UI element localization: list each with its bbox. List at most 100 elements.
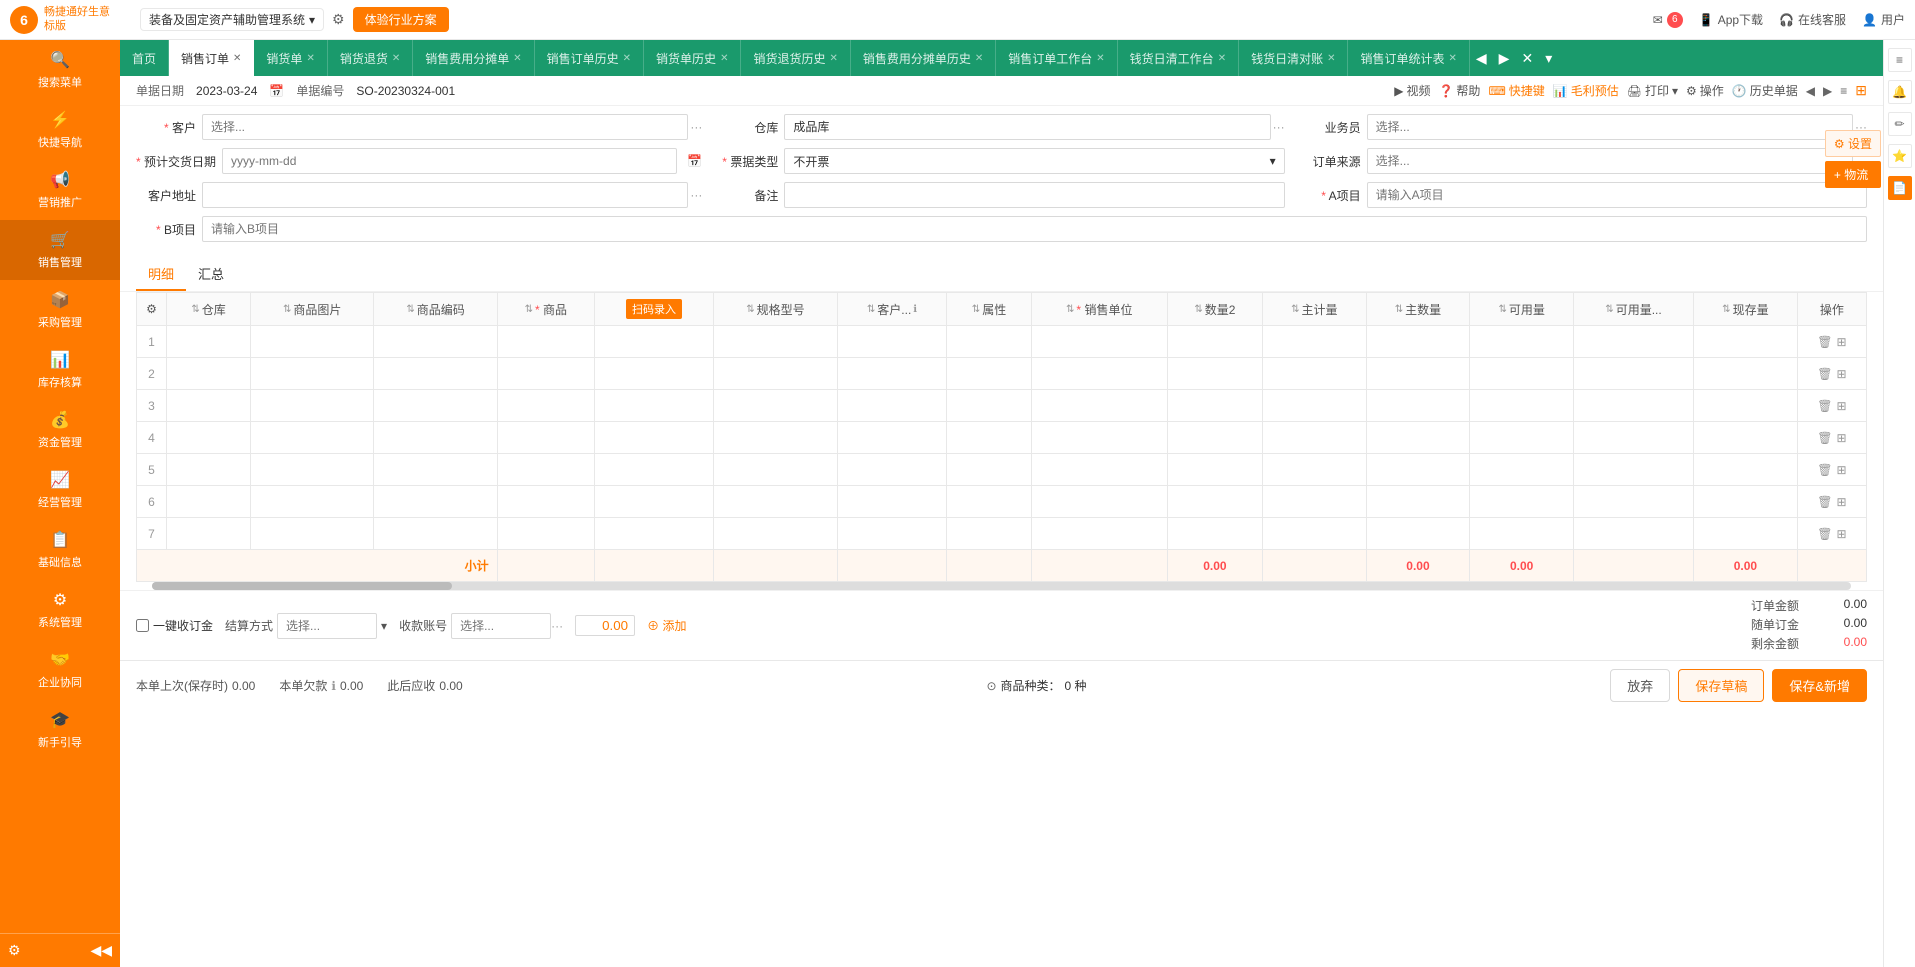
view-btn[interactable]: ▶ 视频	[1394, 82, 1430, 99]
one-click-checkbox[interactable]	[136, 619, 149, 632]
col-product[interactable]: ⇅ 商品	[497, 293, 594, 326]
row-1-copy-btn[interactable]: ⊞	[1836, 335, 1846, 349]
right-panel-btn-5[interactable]: 📄	[1888, 176, 1912, 200]
tab-close-btn[interactable]: ✕	[1515, 50, 1539, 67]
col-unit[interactable]: ⇅ 销售单位	[1031, 293, 1167, 326]
address-expand-icon[interactable]: ···	[690, 188, 702, 202]
col-customer-code[interactable]: ⇅ 客户... ℹ	[837, 293, 947, 326]
row-2-qty2[interactable]	[1167, 358, 1262, 390]
settings-float-btn[interactable]: ⚙ 设置	[1825, 130, 1881, 157]
row-2-available2[interactable]	[1573, 358, 1693, 390]
payment-amount-input[interactable]	[575, 615, 635, 636]
col-code[interactable]: ⇅ 商品编码	[374, 293, 497, 326]
shortcut-btn[interactable]: ⌨ 快捷键	[1488, 82, 1544, 99]
row-1-stock[interactable]	[1694, 326, 1798, 358]
calendar-icon[interactable]: 📅	[269, 84, 284, 98]
warehouse-value[interactable]: 成品库	[784, 114, 1270, 140]
row-1-customer-code[interactable]	[837, 326, 947, 358]
sidebar-item-finance[interactable]: 💰 资金管理	[0, 400, 120, 460]
row-5-copy-btn[interactable]: ⊞	[1836, 463, 1846, 477]
close-tab-icon[interactable]: ✕	[1218, 53, 1226, 64]
col-warehouse[interactable]: ⇅ 仓库	[167, 293, 251, 326]
row-3-copy-btn[interactable]: ⊞	[1836, 399, 1846, 413]
close-tab-icon[interactable]: ✕	[513, 53, 521, 64]
row-5-delete-btn[interactable]: 🗑	[1817, 463, 1832, 477]
row-1-main-unit[interactable]	[1262, 326, 1366, 358]
row-1-attr[interactable]	[947, 326, 1031, 358]
tab-summary[interactable]: 汇总	[186, 258, 236, 291]
tab-fee-history[interactable]: 销售费用分摊单历史 ✕	[851, 40, 996, 76]
row-1-delete-btn[interactable]: 🗑	[1817, 335, 1832, 349]
save-new-btn[interactable]: 保存&新增	[1772, 669, 1867, 702]
sidebar-item-inventory[interactable]: 📊 库存核算	[0, 340, 120, 400]
payment-method-dropdown-icon[interactable]: ▾	[381, 619, 387, 633]
row-1-barcode[interactable]	[594, 326, 713, 358]
row-1-qty2[interactable]	[1167, 326, 1262, 358]
col-available1[interactable]: ⇅ 可用量	[1470, 293, 1574, 326]
col-image[interactable]: ⇅ 商品图片	[251, 293, 374, 326]
row-1-warehouse[interactable]	[167, 326, 251, 358]
row-2-stock[interactable]	[1694, 358, 1798, 390]
right-panel-btn-1[interactable]: ≡	[1888, 48, 1912, 72]
close-tab-icon[interactable]: ✕	[392, 53, 400, 64]
col-stock[interactable]: ⇅ 现存量	[1694, 293, 1798, 326]
tab-daily-reconcile[interactable]: 钱货日清对账 ✕	[1239, 40, 1348, 76]
right-panel-btn-3[interactable]: ✏	[1888, 112, 1912, 136]
row-4-delete-btn[interactable]: 🗑	[1817, 431, 1832, 445]
add-payment-btn[interactable]: ⊕ 添加	[647, 617, 686, 634]
horizontal-scrollbar[interactable]	[152, 582, 1851, 590]
one-click-checkbox-label[interactable]: 一键收订金	[136, 617, 213, 634]
print-btn[interactable]: 🖨 打印 ▾	[1627, 82, 1678, 99]
row-7-copy-btn[interactable]: ⊞	[1836, 527, 1846, 541]
row-2-barcode[interactable]	[594, 358, 713, 390]
sidebar-item-system[interactable]: ⚙ 系统管理	[0, 580, 120, 640]
row-2-delete-btn[interactable]: 🗑	[1817, 367, 1832, 381]
row-1-product[interactable]	[497, 326, 594, 358]
solution-button[interactable]: 体验行业方案	[353, 7, 449, 32]
col-barcode[interactable]: 扫码录入	[594, 293, 713, 326]
b-project-input[interactable]	[202, 216, 1867, 242]
close-tab-icon[interactable]: ✕	[720, 53, 728, 64]
row-7-delete-btn[interactable]: 🗑	[1817, 527, 1832, 541]
close-tab-icon[interactable]: ✕	[1096, 53, 1104, 64]
user-area[interactable]: 👤 用户	[1862, 11, 1905, 28]
sidebar-collapse-btn[interactable]: ◀◀	[90, 942, 112, 959]
row-1-available2[interactable]	[1573, 326, 1693, 358]
save-draft-btn[interactable]: 保存草稿	[1678, 669, 1764, 702]
row-1-main-qty[interactable]	[1366, 326, 1470, 358]
sidebar-item-search[interactable]: 🔍 搜索菜单	[0, 40, 120, 100]
row-2-available1[interactable]	[1470, 358, 1574, 390]
view-mode-list-icon[interactable]: ≡	[1840, 84, 1847, 98]
tab-order-stats[interactable]: 销售订单统计表 ✕	[1348, 40, 1469, 76]
payment-method-input[interactable]	[277, 613, 377, 639]
tab-prev-btn[interactable]: ◀	[1470, 50, 1493, 67]
discard-btn[interactable]: 放弃	[1610, 669, 1670, 702]
tab-return-history[interactable]: 销货退货历史 ✕	[741, 40, 850, 76]
tab-menu-btn[interactable]: ▾	[1539, 50, 1558, 67]
account-expand-icon[interactable]: ···	[551, 619, 563, 633]
tab-goods-history[interactable]: 销货单历史 ✕	[644, 40, 741, 76]
delivery-input[interactable]	[222, 148, 677, 174]
print-dropdown-icon[interactable]: ▾	[1672, 84, 1678, 98]
sidebar-item-newbie[interactable]: 🎓 新手引导	[0, 700, 120, 760]
notification-area[interactable]: ✉ 6	[1653, 12, 1683, 28]
col-qty2[interactable]: ⇅ 数量2	[1167, 293, 1262, 326]
online-service-btn[interactable]: 🎧 在线客服	[1779, 11, 1846, 28]
col-main-qty[interactable]: ⇅ 主数量	[1366, 293, 1470, 326]
delivery-calendar-icon[interactable]: 📅	[687, 154, 702, 168]
col-main-unit[interactable]: ⇅ 主计量	[1262, 293, 1366, 326]
tab-order-workbench[interactable]: 销售订单工作台 ✕	[996, 40, 1117, 76]
row-6-delete-btn[interactable]: 🗑	[1817, 495, 1832, 509]
row-1-available1[interactable]	[1470, 326, 1574, 358]
customer-input[interactable]	[202, 114, 688, 140]
col-spec[interactable]: ⇅ 规格型号	[714, 293, 837, 326]
help-btn[interactable]: ❓ 帮助	[1438, 82, 1480, 99]
warehouse-expand-icon[interactable]: ···	[1273, 120, 1285, 134]
invoice-select[interactable]: 不开票 ▾	[784, 148, 1284, 174]
row-3-delete-btn[interactable]: 🗑	[1817, 399, 1832, 413]
row-4-copy-btn[interactable]: ⊞	[1836, 431, 1846, 445]
info-icon[interactable]: ℹ	[331, 679, 336, 693]
sidebar-item-operations[interactable]: 📈 经营管理	[0, 460, 120, 520]
sidebar-item-cooperation[interactable]: 🤝 企业协同	[0, 640, 120, 700]
row-1-code[interactable]	[374, 326, 497, 358]
